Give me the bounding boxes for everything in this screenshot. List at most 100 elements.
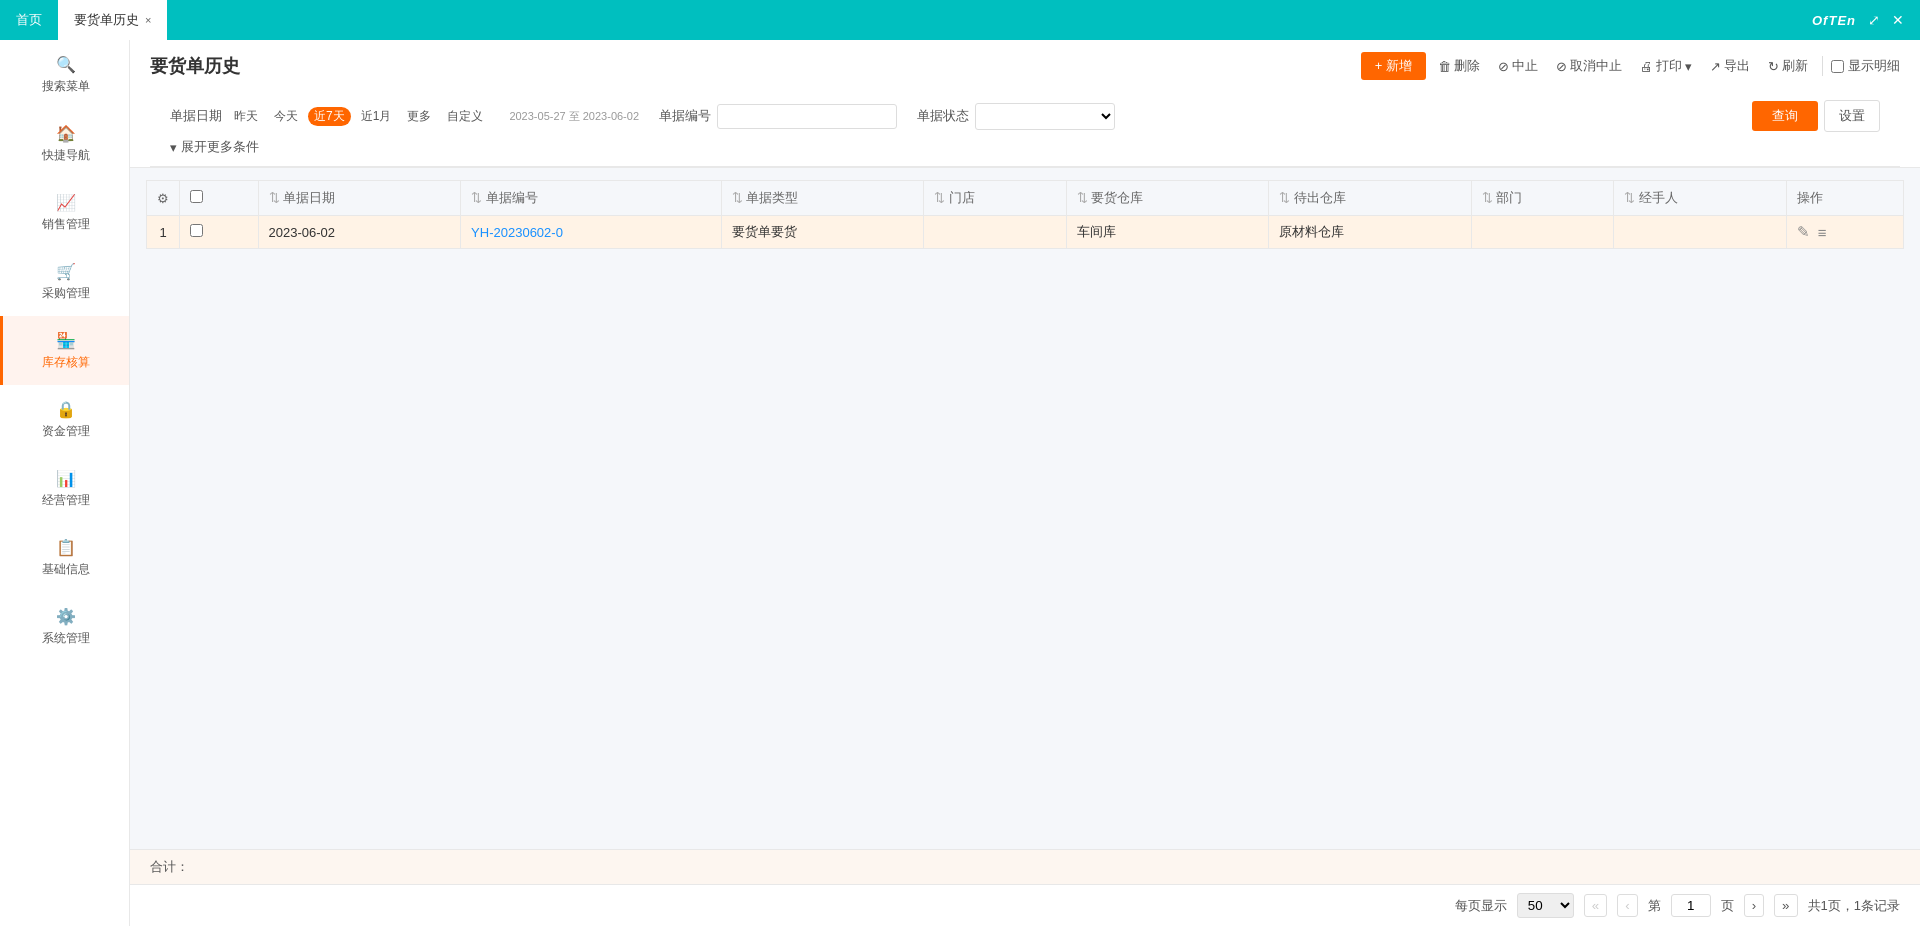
filter-area: 单据日期 昨天 今天 近7天 近1月 更多 自定义 2023-05-27 至 2… — [150, 90, 1900, 167]
sort-icon-dept: ⇅ — [1482, 190, 1493, 205]
row-date: 2023-06-02 — [258, 216, 461, 249]
show-detail-checkbox-wrap[interactable]: 显示明细 — [1831, 57, 1900, 75]
refresh-icon: ↻ — [1768, 59, 1779, 74]
tab-purchase-history[interactable]: 要货单历史 × — [58, 0, 167, 40]
page-size-label: 每页显示 — [1455, 897, 1507, 915]
th-handler-label: 经手人 — [1639, 190, 1678, 205]
tab-home[interactable]: 首页 — [0, 0, 58, 40]
sidebar-item-inventory-label: 库存核算 — [42, 354, 90, 371]
last-page-button[interactable]: » — [1774, 894, 1797, 917]
clipboard-icon: 📋 — [56, 537, 76, 557]
date-btn-custom[interactable]: 自定义 — [441, 107, 489, 126]
first-page-button[interactable]: « — [1584, 894, 1607, 917]
date-btn-today[interactable]: 今天 — [268, 107, 304, 126]
sidebar-item-purchase-mgmt[interactable]: 🛒 采购管理 — [0, 247, 129, 316]
add-button[interactable]: + 新增 — [1361, 52, 1426, 80]
sidebar-item-quick-nav-label: 快捷导航 — [42, 147, 90, 164]
sidebar-item-finance-label: 资金管理 — [42, 423, 90, 440]
date-btn-1month[interactable]: 近1月 — [355, 107, 398, 126]
window-resize-icon[interactable]: ⤢ — [1868, 12, 1880, 28]
search-button[interactable]: 查询 — [1752, 101, 1818, 131]
th-date: ⇅ 单据日期 — [258, 181, 461, 216]
footer-label: 合计： — [150, 859, 189, 874]
th-req-warehouse: ⇅ 要货仓库 — [1066, 181, 1269, 216]
sidebar-item-sales-mgmt[interactable]: 📈 销售管理 — [0, 178, 129, 247]
tab-close-icon[interactable]: × — [145, 14, 151, 26]
page-header: 要货单历史 + 新增 🗑 删除 ⊘ 中止 ⊘ 取消中止 — [130, 40, 1920, 168]
bill-no-input[interactable] — [717, 104, 897, 129]
th-handler: ⇅ 经手人 — [1614, 181, 1786, 216]
delete-button[interactable]: 🗑 删除 — [1432, 53, 1486, 79]
prev-page-button[interactable]: ‹ — [1617, 894, 1637, 917]
show-detail-checkbox[interactable] — [1831, 60, 1844, 73]
th-gear[interactable]: ⚙ — [147, 181, 180, 216]
sidebar-item-search-menu[interactable]: 🔍 搜索菜单 — [0, 40, 129, 109]
sidebar-item-quick-nav[interactable]: 🏠 快捷导航 — [0, 109, 129, 178]
page-size-select[interactable]: 50 10 20 100 — [1517, 893, 1574, 918]
status-select[interactable] — [975, 103, 1115, 130]
cart-icon: 🛒 — [56, 261, 76, 281]
export-icon: ↗ — [1710, 59, 1721, 74]
next-page-button[interactable]: › — [1744, 894, 1764, 917]
sort-icon-billno: ⇅ — [471, 190, 482, 205]
row-dept — [1471, 216, 1613, 249]
date-btn-7days[interactable]: 近7天 — [308, 107, 351, 126]
page-title-row: 要货单历史 + 新增 🗑 删除 ⊘ 中止 ⊘ 取消中止 — [150, 52, 1900, 80]
filter-date-item: 单据日期 昨天 今天 近7天 近1月 更多 自定义 — [170, 107, 489, 126]
th-store: ⇅ 门店 — [924, 181, 1066, 216]
expand-more-label: 展开更多条件 — [181, 138, 259, 156]
sidebar-item-inventory[interactable]: 🏪 库存核算 — [0, 316, 129, 385]
table-wrap: ⚙ ⇅ 单据日期 ⇅ 单据编号 ⇅ 单据类型 — [130, 168, 1920, 849]
print-button[interactable]: 🖨 打印 ▾ — [1634, 53, 1698, 79]
date-btn-yesterday[interactable]: 昨天 — [228, 107, 264, 126]
row-checkbox[interactable] — [180, 216, 259, 249]
page-suffix: 页 — [1721, 897, 1734, 915]
row-edit-icon[interactable]: ✎ — [1797, 223, 1810, 241]
th-bill-no-label: 单据编号 — [486, 190, 538, 205]
window-close-icon[interactable]: ✕ — [1892, 12, 1904, 28]
sort-icon-type: ⇅ — [732, 190, 743, 205]
expand-more-btn[interactable]: ▾ 展开更多条件 — [170, 138, 1880, 156]
th-bill-no: ⇅ 单据编号 — [461, 181, 722, 216]
sort-icon-pendw: ⇅ — [1279, 190, 1290, 205]
sort-icon-store: ⇅ — [934, 190, 945, 205]
home-icon: 🏠 — [56, 123, 76, 143]
table-body: 1 2023-06-02 YH-20230602-0 要货单要货 车间库 原材料… — [147, 216, 1904, 249]
row-select-checkbox[interactable] — [190, 224, 203, 237]
settings-button[interactable]: 设置 — [1824, 100, 1880, 132]
sidebar-item-basic-info[interactable]: 📋 基础信息 — [0, 523, 129, 592]
th-dept: ⇅ 部门 — [1471, 181, 1613, 216]
page-input[interactable] — [1671, 894, 1711, 917]
lock-icon: 🔒 — [56, 399, 76, 419]
table-row: 1 2023-06-02 YH-20230602-0 要货单要货 车间库 原材料… — [147, 216, 1904, 249]
table-footer: 合计： — [130, 849, 1920, 884]
sort-icon-reqw: ⇅ — [1077, 190, 1088, 205]
th-pending-warehouse-label: 待出仓库 — [1294, 190, 1346, 205]
sidebar-item-operations[interactable]: 📊 经营管理 — [0, 454, 129, 523]
cancel-stop-icon: ⊘ — [1556, 59, 1567, 74]
th-store-label: 门店 — [949, 190, 975, 205]
row-req-warehouse: 车间库 — [1066, 216, 1269, 249]
data-table: ⚙ ⇅ 单据日期 ⇅ 单据编号 ⇅ 单据类型 — [146, 180, 1904, 249]
sort-icon: ⇅ — [269, 190, 280, 205]
sidebar-item-sys-mgmt-label: 系统管理 — [42, 630, 90, 647]
page-title: 要货单历史 — [150, 54, 240, 78]
th-pending-warehouse: ⇅ 待出仓库 — [1269, 181, 1472, 216]
page-label: 第 — [1648, 897, 1661, 915]
sidebar-item-search-menu-label: 搜索菜单 — [42, 78, 90, 95]
chart-icon: 📈 — [56, 192, 76, 212]
export-button[interactable]: ↗ 导出 — [1704, 53, 1756, 79]
stop-button[interactable]: ⊘ 中止 — [1492, 53, 1544, 79]
th-actions: 操作 — [1786, 181, 1903, 216]
sidebar-item-finance[interactable]: 🔒 资金管理 — [0, 385, 129, 454]
refresh-button[interactable]: ↻ 刷新 — [1762, 53, 1814, 79]
sidebar-item-sys-mgmt[interactable]: ⚙️ 系统管理 — [0, 592, 129, 661]
filter-bill-no-item: 单据编号 — [659, 104, 897, 129]
cancel-stop-button[interactable]: ⊘ 取消中止 — [1550, 53, 1628, 79]
date-range-text: 2023-05-27 至 2023-06-02 — [509, 109, 639, 124]
bill-no-link[interactable]: YH-20230602-0 — [471, 225, 563, 240]
row-index: 1 — [147, 216, 180, 249]
date-btn-more[interactable]: 更多 — [401, 107, 437, 126]
select-all-checkbox[interactable] — [190, 190, 203, 203]
row-detail-icon[interactable]: ≡ — [1818, 224, 1827, 241]
